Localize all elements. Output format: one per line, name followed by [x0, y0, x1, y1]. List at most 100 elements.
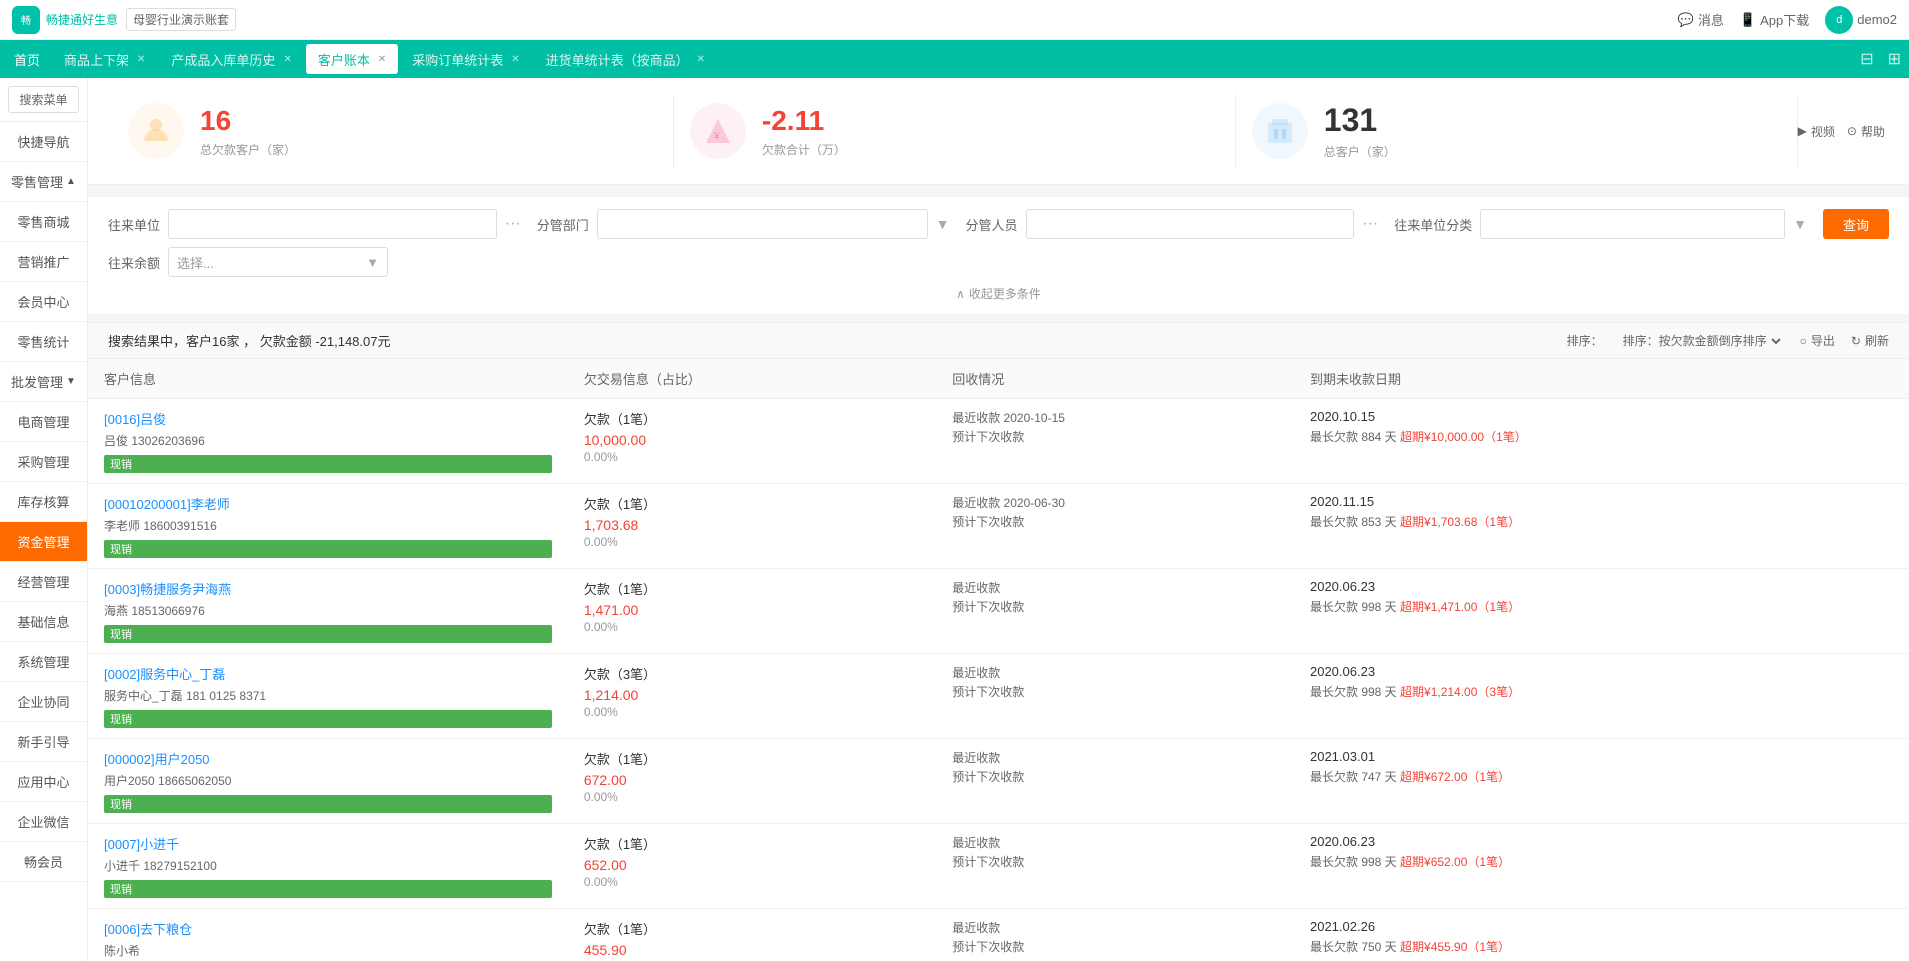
unit-cat-input[interactable] [1480, 209, 1785, 239]
overdue-amount-link[interactable]: 超期¥1,703.68（1笔） [1400, 515, 1520, 529]
nav-maximize-btn[interactable]: ⊞ [1884, 47, 1905, 71]
top-bar-left: 畅 畅捷通好生意 母婴行业演示账套 [12, 6, 236, 34]
sort-select[interactable]: 排序：按欠款金额倒序排序 [1619, 333, 1784, 349]
customer-tag: 现销 [104, 710, 552, 728]
source-unit-input[interactable] [168, 209, 497, 239]
overdue-total-number: -2.11 [762, 105, 846, 137]
overdue-amount-link[interactable]: 超期¥672.00（1笔） [1400, 770, 1510, 784]
tab-close-btn[interactable]: ✕ [137, 54, 145, 65]
td-debt-info-5: 欠款（1笔） 652.00 0.00% [568, 824, 936, 909]
customer-name-link[interactable]: [0007]小进千 [104, 834, 552, 853]
query-btn[interactable]: 查询 [1823, 209, 1889, 239]
help-btn[interactable]: ⊙ 帮助 [1847, 123, 1885, 140]
overdue-amount-link[interactable]: 超期¥1,214.00（3笔） [1400, 685, 1520, 699]
app-download-btn[interactable]: 📱 App下载 [1740, 10, 1809, 29]
td-customer-info-2: [0003]畅捷服务尹海燕 海燕 18513066976 现销 [88, 569, 568, 654]
tab-close-btn[interactable]: ✕ [697, 54, 705, 65]
search-menu-btn[interactable]: 搜索菜单 [8, 86, 79, 113]
last-collection: 最近收款 [952, 919, 1278, 936]
customer-name-link[interactable]: [000002]用户2050 [104, 749, 552, 768]
results-summary: 搜索结果中，客户16家 ， 欠款金额 -21,148.07元 [108, 331, 390, 350]
tab-close-btn[interactable]: ✕ [378, 54, 386, 65]
video-btn[interactable]: ▶ 视频 [1798, 123, 1835, 140]
message-btn[interactable]: 💬 消息 [1678, 10, 1724, 29]
overdue-days: 最长欠款 998 天 超期¥1,471.00（1笔） [1310, 598, 1893, 615]
last-collection: 最近收款 2020-10-15 [952, 409, 1278, 426]
sidebar-item-newbie-guide[interactable]: 新手引导 [0, 722, 87, 762]
sidebar-item-enterprise-coop[interactable]: 企业协同 [0, 682, 87, 722]
export-btn[interactable]: ○ 导出 [1800, 332, 1835, 349]
source-unit-more-btn[interactable]: ··· [505, 215, 521, 233]
filter-dept-label: 分管部门 [537, 215, 589, 234]
debt-count: 欠款（1笔） [584, 409, 920, 428]
table-row: [0006]去下粮仓 陈小希 现销 欠款（1笔） 455.90 0.00% 最近… [88, 909, 1909, 961]
customer-name-link[interactable]: [0002]服务中心_丁磊 [104, 664, 552, 683]
sidebar-item-label: 批发管理 [11, 372, 63, 391]
sidebar-item-member-center[interactable]: 会员中心 [0, 282, 87, 322]
refresh-btn[interactable]: ↻ 刷新 [1851, 332, 1889, 349]
customer-name-link[interactable]: [0016]吕俊 [104, 409, 552, 428]
sidebar-item-retail-mall[interactable]: 零售商城 [0, 202, 87, 242]
customer-tag: 现销 [104, 540, 552, 558]
sidebar-item-ecom-mgmt[interactable]: 电商管理 [0, 402, 87, 442]
tab-customer-account[interactable]: 客户账本 ✕ [306, 44, 398, 74]
dept-dropdown-icon[interactable]: ▼ [936, 216, 950, 232]
debt-percent: 0.00% [584, 875, 920, 889]
overdue-amount-link[interactable]: 超期¥10,000.00（1笔） [1400, 430, 1527, 444]
balance-chevron-icon: ▼ [366, 255, 379, 270]
customer-name-link[interactable]: [00010200001]李老师 [104, 494, 552, 513]
tab-label: 进货单统计表（按商品） [546, 50, 689, 69]
overdue-amount-link[interactable]: 超期¥1,471.00（1笔） [1400, 600, 1520, 614]
person-input[interactable] [1026, 209, 1355, 239]
top-bar: 畅 畅捷通好生意 母婴行业演示账套 💬 消息 📱 App下载 d demo2 [0, 0, 1909, 40]
stat-icon-customers [128, 103, 184, 159]
td-debt-info-4: 欠款（1笔） 672.00 0.00% [568, 739, 936, 824]
sidebar-item-retail-mgmt[interactable]: 零售管理 ▲ [0, 162, 87, 202]
tab-label: 客户账本 [318, 50, 370, 69]
sidebar-item-vip-member[interactable]: 畅会员 [0, 842, 87, 882]
table-row: [0007]小进千 小进千 18279152100 现销 欠款（1笔） 652.… [88, 824, 1909, 909]
sidebar-item-enterprise-wechat[interactable]: 企业微信 [0, 802, 87, 842]
overdue-amount-link[interactable]: 超期¥652.00（1笔） [1400, 855, 1510, 869]
unit-cat-dropdown-icon[interactable]: ▼ [1793, 216, 1807, 232]
sidebar-item-marketing[interactable]: 营销推广 [0, 242, 87, 282]
sidebar-search-area: 搜索菜单 [0, 78, 87, 122]
company-selector[interactable]: 母婴行业演示账套 [126, 8, 236, 31]
sidebar-item-system-mgmt[interactable]: 系统管理 [0, 642, 87, 682]
tab-home[interactable]: 首页 [4, 50, 50, 69]
filter-person-label: 分管人员 [966, 215, 1018, 234]
nav-minimize-btn[interactable]: ⊟ [1856, 47, 1877, 71]
collapse-bar[interactable]: ∧ 收起更多条件 [108, 285, 1889, 302]
tab-incoming-stats[interactable]: 进货单统计表（按商品） ✕ [534, 44, 717, 74]
balance-dropdown[interactable]: 选择... ▼ [168, 247, 388, 277]
tab-close-btn[interactable]: ✕ [283, 54, 291, 65]
sidebar-item-capital-mgmt[interactable]: 资金管理 [0, 522, 87, 562]
overdue-amount-link[interactable]: 超期¥455.90（1笔） [1400, 940, 1510, 954]
sidebar-item-stock-check[interactable]: 库存核算 [0, 482, 87, 522]
customer-phone: 服务中心_丁磊 181 0125 8371 [104, 687, 552, 704]
sidebar-item-operation-mgmt[interactable]: 经营管理 [0, 562, 87, 602]
customer-name-link[interactable]: [0006]去下粮仓 [104, 919, 552, 938]
dept-input[interactable] [597, 209, 928, 239]
nav-right-icons: ⊟ ⊞ [1856, 47, 1905, 71]
tab-products-off[interactable]: 商品上下架 ✕ [52, 44, 157, 74]
customer-name-link[interactable]: [0003]畅捷服务尹海燕 [104, 579, 552, 598]
sidebar-item-app-center[interactable]: 应用中心 [0, 762, 87, 802]
filter-source-unit-label: 往来单位 [108, 215, 160, 234]
sidebar-item-basic-info[interactable]: 基础信息 [0, 602, 87, 642]
debt-amount: 1,703.68 [584, 517, 920, 533]
user-avatar-area[interactable]: d demo2 [1825, 6, 1897, 34]
tab-product-history[interactable]: 产成品入库单历史 ✕ [159, 44, 303, 74]
sidebar-item-purchase-mgmt[interactable]: 采购管理 [0, 442, 87, 482]
sidebar-item-quick-nav[interactable]: 快捷导航 [0, 122, 87, 162]
tab-close-btn[interactable]: ✕ [511, 54, 519, 65]
stat-total-text: -2.11 欠款合计（万） [762, 105, 846, 158]
sidebar-item-batch-mgmt[interactable]: 批发管理 ▼ [0, 362, 87, 402]
sidebar-item-retail-stats[interactable]: 零售统计 [0, 322, 87, 362]
stat-total-customers: 131 总客户（家） [1236, 94, 1798, 168]
message-icon: 💬 [1678, 12, 1694, 28]
next-collection: 预计下次收款 [952, 683, 1278, 700]
tab-purchase-order[interactable]: 采购订单统计表 ✕ [400, 44, 531, 74]
last-collection: 最近收款 [952, 749, 1278, 766]
person-more-btn[interactable]: ··· [1362, 215, 1378, 233]
